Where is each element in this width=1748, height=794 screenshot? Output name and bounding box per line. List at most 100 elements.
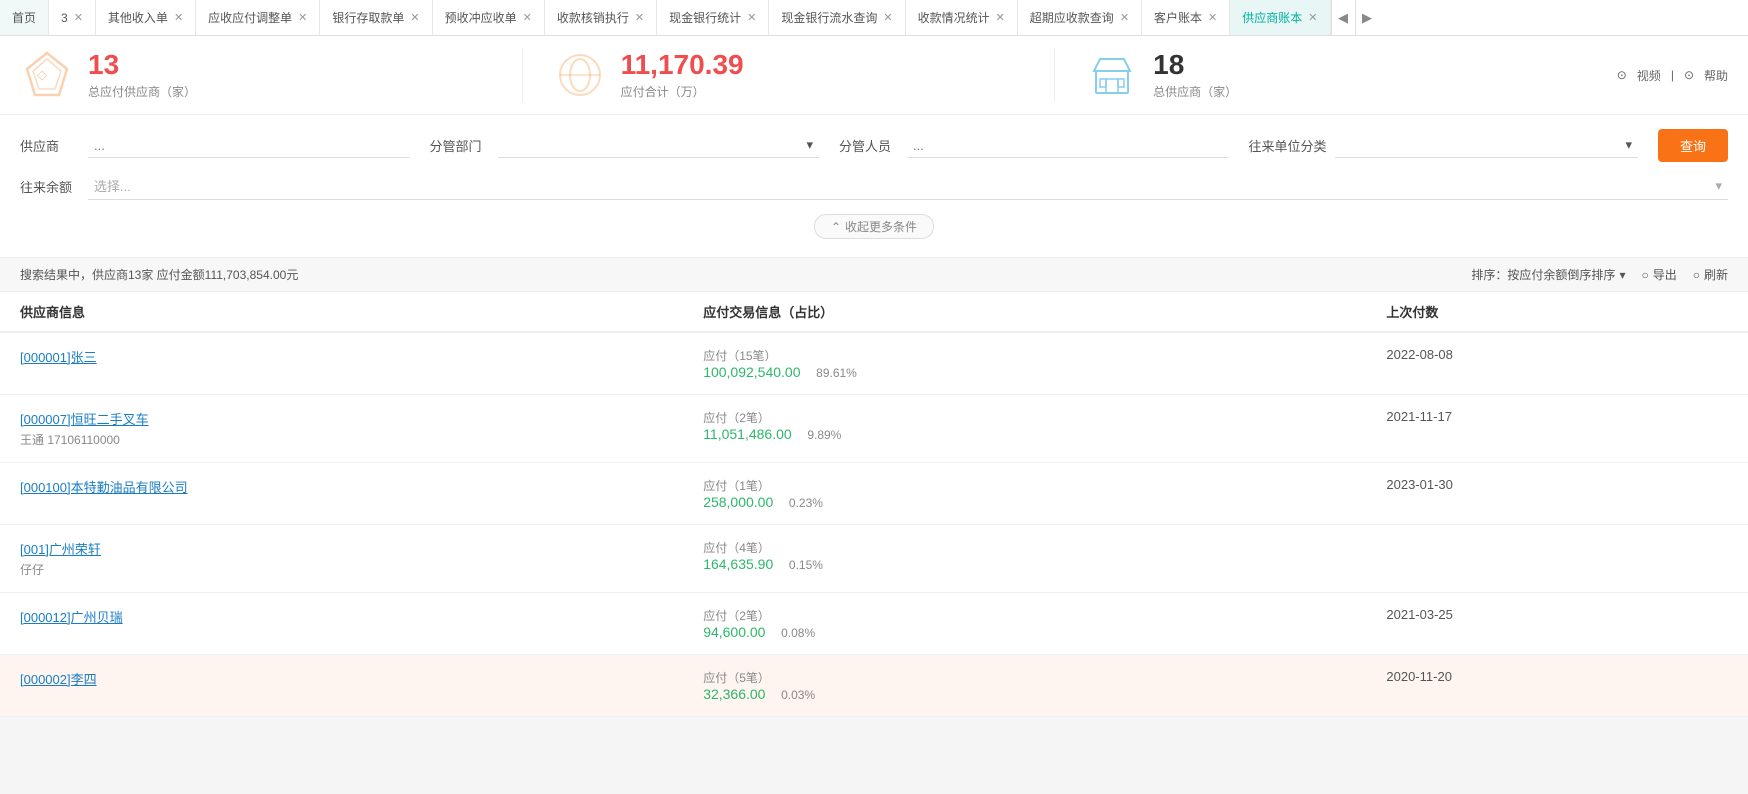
balance-label: 往来余额 [20, 177, 80, 196]
summary-payable-suppliers: ◇ 13 总应付供应商（家） [20, 48, 523, 102]
nav-tab-home[interactable]: 首页 [0, 0, 49, 35]
transaction-label: 应付（2笔） [703, 409, 1386, 426]
sort-selector[interactable]: 排序：按应付余额倒序排序 ▾ [1471, 266, 1625, 283]
close-icon[interactable]: ✕ [74, 11, 83, 24]
transaction-col: 应付（15笔） 100,092,540.00 89.61% [703, 347, 1386, 380]
nav-tab-ar-ap-adjust[interactable]: 应收应付调整单 ✕ [196, 0, 320, 35]
transaction-amount: 258,000.00 [703, 494, 773, 510]
supplier-name-link[interactable]: [000002]李四 [20, 669, 703, 688]
transaction-label: 应付（1笔） [703, 477, 1386, 494]
category-select[interactable]: ▾ [1335, 133, 1638, 158]
nav-tab-overdue-query-label: 超期应收款查询 [1030, 9, 1114, 26]
close-icon[interactable]: ✕ [298, 11, 307, 24]
supplier-sub-info: 王通 17106110000 [20, 431, 703, 448]
help-icon: ⊙ [1684, 68, 1694, 82]
collapse-bar: ⌃ 收起更多条件 [20, 210, 1728, 247]
grain-icon [553, 48, 607, 102]
nav-tab-collection-label: 收款核销执行 [557, 9, 629, 26]
payable-total-label: 应付合计（万） [621, 83, 744, 100]
chevron-down-icon: ▾ [1619, 268, 1625, 282]
person-input[interactable] [907, 134, 1229, 158]
nav-tab-cashbank-flow[interactable]: 现金银行流水查询 ✕ [769, 0, 905, 35]
close-icon[interactable]: ✕ [1308, 11, 1317, 24]
nav-tab-supplier-ledger-label: 供应商账本 [1242, 9, 1302, 26]
nav-tab-prepay[interactable]: 预收冲应收单 ✕ [433, 0, 545, 35]
close-icon[interactable]: ✕ [996, 11, 1005, 24]
help-link[interactable]: 帮助 [1704, 67, 1728, 84]
transaction-col: 应付（5笔） 32,366.00 0.03% [703, 669, 1386, 702]
refresh-icon: ○ [1693, 268, 1700, 282]
col-header-transaction: 应付交易信息（占比） [703, 302, 1386, 321]
nav-tab-customer-ledger[interactable]: 客户账本 ✕ [1142, 0, 1230, 35]
table-row: [000007]恒旺二手叉车 王通 17106110000 应付（2笔） 11,… [0, 395, 1748, 463]
nav-tab-collection[interactable]: 收款核销执行 ✕ [545, 0, 657, 35]
transaction-label: 应付（4笔） [703, 539, 1386, 556]
nav-next-arrow[interactable]: ▶ [1355, 0, 1379, 35]
transaction-pct: 0.08% [781, 626, 815, 640]
supplier-info-col: [000100]本特勤油品有限公司 [20, 477, 703, 496]
diamond-icon: ◇ [20, 48, 74, 102]
nav-tab-prepay-label: 预收冲应收单 [445, 9, 517, 26]
supplier-name-link[interactable]: [001]广州荣轩 [20, 539, 703, 558]
transaction-pct: 0.15% [789, 558, 823, 572]
nav-tab-supplier-ledger[interactable]: 供应商账本 ✕ [1230, 0, 1330, 35]
collapse-button[interactable]: ⌃ 收起更多条件 [814, 214, 934, 239]
close-icon[interactable]: ✕ [883, 11, 892, 24]
balance-select[interactable]: 选择... ▾ [88, 172, 1728, 200]
table-header: 供应商信息 应付交易信息（占比） 上次付数 [0, 292, 1748, 333]
close-icon[interactable]: ✕ [1208, 11, 1217, 24]
top-navigation: 首页 3 ✕ 其他收入单 ✕ 应收应付调整单 ✕ 银行存取款单 ✕ 预收冲应收单… [0, 0, 1748, 36]
close-icon[interactable]: ✕ [410, 11, 419, 24]
close-icon[interactable]: ✕ [747, 11, 756, 24]
nav-tab-bank-deposit[interactable]: 银行存取款单 ✕ [320, 0, 432, 35]
video-icon: ⊙ [1617, 68, 1627, 82]
nav-tab-cashbank-stat-label: 现金银行统计 [669, 9, 741, 26]
nav-tab-collection-stat[interactable]: 收款情况统计 ✕ [906, 0, 1018, 35]
last-pay-col: 2021-11-17 [1386, 409, 1728, 424]
col-header-supplier: 供应商信息 [20, 302, 703, 321]
supplier-sub-info: 仔仔 [20, 561, 703, 578]
nav-tab-ar-ap-adjust-label: 应收应付调整单 [208, 9, 292, 26]
close-icon[interactable]: ✕ [523, 11, 532, 24]
last-pay-col: 2022-08-08 [1386, 347, 1728, 362]
supplier-name-link[interactable]: [000001]张三 [20, 347, 703, 366]
supplier-info-col: [001]广州荣轩 仔仔 [20, 539, 703, 578]
filter-person: 分管人员 [839, 134, 1229, 158]
filter-row-1: 供应商 分管部门 ▾ 分管人员 往来单位分类 ▾ 查询 [20, 129, 1728, 162]
divider: | [1671, 68, 1674, 82]
category-label: 往来单位分类 [1249, 136, 1327, 155]
table-row: [000012]广州贝瑞 应付（2笔） 94,600.00 0.08% 2021… [0, 593, 1748, 655]
supplier-input[interactable] [88, 134, 410, 158]
nav-tab-other-income[interactable]: 其他收入单 ✕ [96, 0, 196, 35]
nav-tab-bank-deposit-label: 银行存取款单 [332, 9, 404, 26]
nav-tab-3[interactable]: 3 ✕ [49, 0, 96, 35]
close-icon[interactable]: ✕ [635, 11, 644, 24]
supplier-name-link[interactable]: [000007]恒旺二手叉车 [20, 409, 703, 428]
refresh-label: 刷新 [1704, 266, 1728, 283]
summary-payable-total-text: 11,170.39 应付合计（万） [621, 50, 744, 101]
transaction-pct: 9.89% [807, 428, 841, 442]
dept-select[interactable]: ▾ [498, 133, 820, 158]
chevron-down-icon: ▾ [1715, 178, 1722, 194]
supplier-name-link[interactable]: [000012]广州贝瑞 [20, 607, 703, 626]
col-header-last-pay: 上次付数 [1386, 302, 1728, 321]
search-button[interactable]: 查询 [1658, 129, 1728, 162]
refresh-button[interactable]: ○ 刷新 [1693, 266, 1728, 283]
export-button[interactable]: ○ 导出 [1641, 266, 1676, 283]
transaction-amount: 164,635.90 [703, 556, 773, 572]
result-summary-text: 搜索结果中，供应商13家 应付金额111,703,854.00元 [20, 266, 298, 283]
supplier-name-link[interactable]: [000100]本特勤油品有限公司 [20, 477, 703, 496]
nav-tab-cashbank-stat[interactable]: 现金银行统计 ✕ [657, 0, 769, 35]
nav-tab-overdue-query[interactable]: 超期应收款查询 ✕ [1018, 0, 1142, 35]
video-link[interactable]: 视频 [1637, 67, 1661, 84]
nav-tab-customer-ledger-label: 客户账本 [1154, 9, 1202, 26]
close-icon[interactable]: ✕ [1120, 11, 1129, 24]
export-icon: ○ [1641, 268, 1648, 282]
transaction-label: 应付（2笔） [703, 607, 1386, 624]
filter-category: 往来单位分类 ▾ [1249, 133, 1639, 158]
nav-prev-arrow[interactable]: ◀ [1331, 0, 1355, 35]
chevron-up-icon: ⌃ [831, 220, 841, 234]
transaction-col: 应付（1笔） 258,000.00 0.23% [703, 477, 1386, 510]
close-icon[interactable]: ✕ [174, 11, 183, 24]
supplier-label: 供应商 [20, 136, 80, 155]
